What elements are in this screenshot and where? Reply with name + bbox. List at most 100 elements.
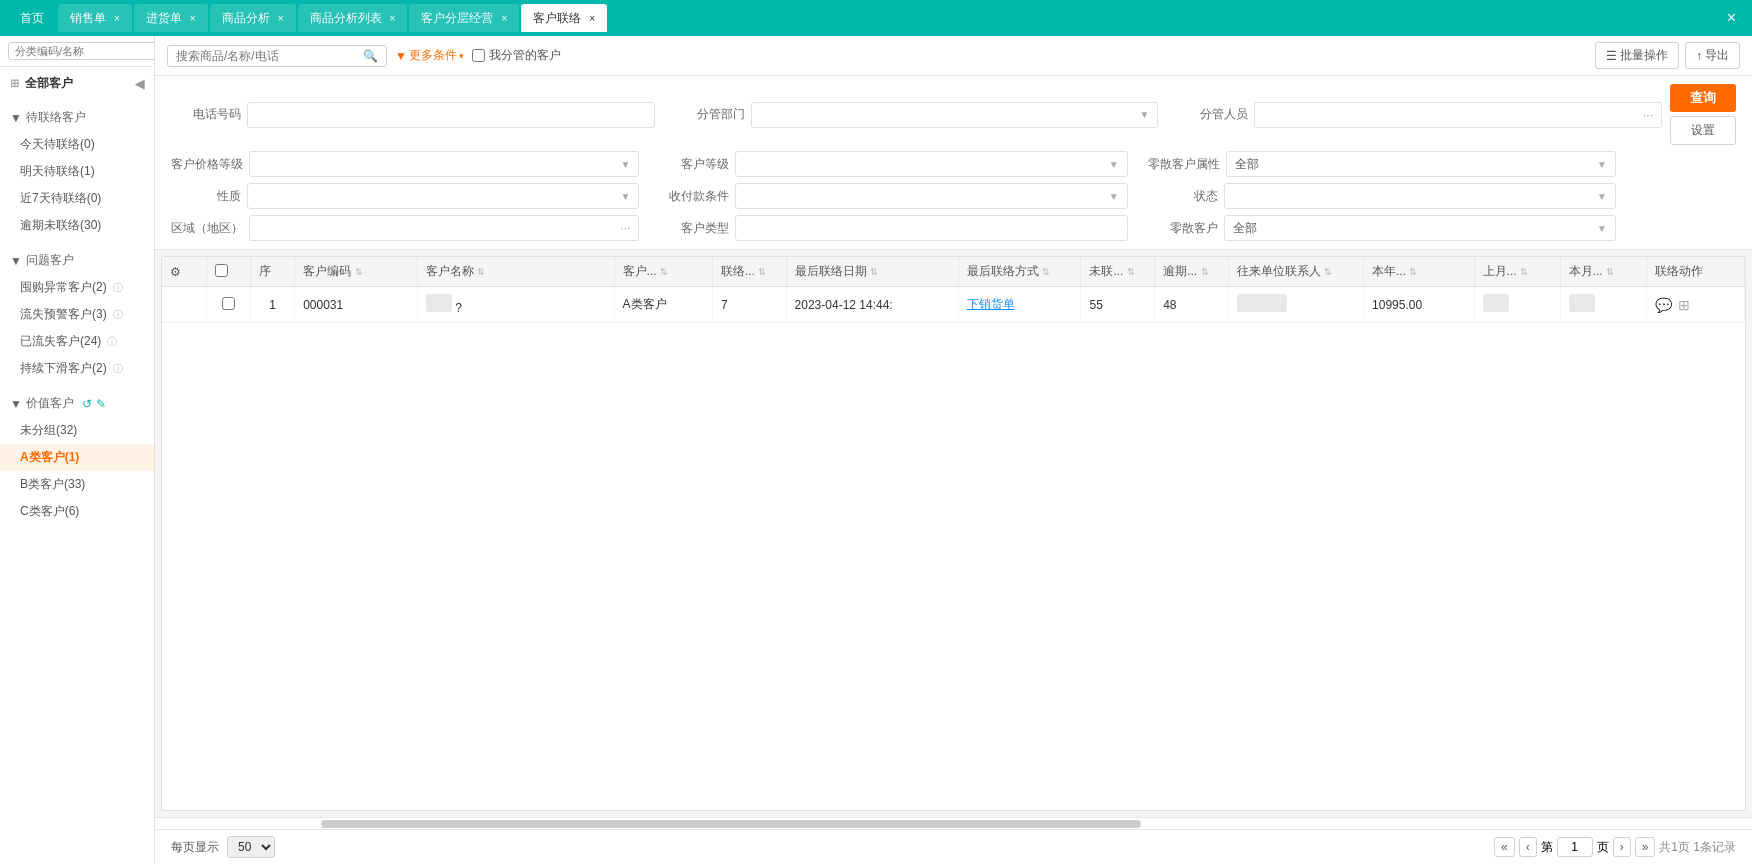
sidebar-item-7days[interactable]: 近7天待联络(0) — [0, 185, 154, 212]
export-btn[interactable]: ↑ 导出 — [1685, 42, 1740, 69]
filter-field-status: 状态 ▼ — [1148, 183, 1616, 209]
tab-analysis-close[interactable]: × — [278, 13, 284, 24]
filter-input-dept[interactable]: ▼ — [751, 102, 1159, 128]
sidebar-item-hoard[interactable]: 囤购异常客户(2) ⓘ — [0, 274, 154, 301]
col-code[interactable]: 客户编码 ⇅ — [295, 257, 418, 287]
sidebar-group-problem[interactable]: ▼ 问题客户 — [0, 247, 154, 274]
sidebar-item-churn-warn[interactable]: 流失预警客户(3) ⓘ — [0, 301, 154, 328]
sidebar-item-c-class[interactable]: C类客户(6) — [0, 498, 154, 525]
col-last-method[interactable]: 最后联络方式 ⇅ — [958, 257, 1081, 287]
row-checkbox[interactable] — [222, 297, 235, 310]
col-uncontact[interactable]: 未联... ⇅ — [1081, 257, 1155, 287]
filter-input-nature[interactable]: ▼ — [247, 183, 639, 209]
batch-op-btn[interactable]: ☰ 批量操作 — [1595, 42, 1679, 69]
filter-search-input[interactable] — [176, 49, 359, 63]
tab-customer-contact-close[interactable]: × — [589, 13, 595, 24]
row-unit-contact — [1228, 287, 1363, 323]
tab-analysis-list[interactable]: 商品分析列表 × — [298, 4, 408, 32]
tab-purchase-close[interactable]: × — [190, 13, 196, 24]
col-this-month[interactable]: 本月... ⇅ — [1560, 257, 1646, 287]
col-this-year[interactable]: 本年... ⇅ — [1364, 257, 1475, 287]
filter-input-manager[interactable]: ··· — [1254, 102, 1662, 128]
tab-customer-contact[interactable]: 客户联络 × — [521, 4, 607, 32]
refresh-icon[interactable]: ↺ — [82, 397, 92, 411]
tab-sales-close[interactable]: × — [114, 13, 120, 24]
tab-customer-mgmt[interactable]: 客户分层经营 × — [409, 4, 519, 32]
filter-label-retail-attr: 零散客户属性 — [1148, 156, 1220, 173]
prev-page-btn[interactable]: ‹ — [1519, 837, 1537, 857]
close-all-tabs[interactable]: × — [1719, 9, 1744, 27]
tab-sales[interactable]: 销售单 × — [58, 4, 132, 32]
row-check[interactable] — [206, 287, 250, 323]
filter-input-retail-attr[interactable]: 全部 ▼ — [1226, 151, 1616, 177]
horizontal-scrollbar[interactable] — [321, 820, 1141, 828]
sidebar-group-value[interactable]: ▼ 价值客户 ↺ ✎ — [0, 390, 154, 417]
settings-btn[interactable]: 设置 — [1670, 116, 1736, 145]
filter-field-manager: 分管人员 ··· — [1178, 102, 1662, 128]
my-customer-checkbox[interactable]: 我分管的客户 — [472, 47, 561, 64]
col-gear[interactable]: ⚙ — [162, 257, 206, 287]
tab-customer-mgmt-close[interactable]: × — [501, 13, 507, 24]
sidebar-item-ungroup[interactable]: 未分组(32) — [0, 417, 154, 444]
sidebar-item-churned[interactable]: 已流失客户(24) ⓘ — [0, 328, 154, 355]
sidebar-collapse-icon[interactable]: ◀ — [135, 77, 144, 91]
row-last-method[interactable]: 下销货单 — [958, 287, 1081, 323]
col-contact-count[interactable]: 联络... ⇅ — [712, 257, 786, 287]
chat-icon[interactable]: 💬 — [1655, 297, 1672, 313]
col-last-date[interactable]: 最后联络日期 ⇅ — [786, 257, 958, 287]
first-page-btn[interactable]: « — [1494, 837, 1515, 857]
row-uncontact: 55 — [1081, 287, 1155, 323]
filter-input-phone[interactable] — [247, 102, 655, 128]
sidebar-item-a-class[interactable]: A类客户(1) — [0, 444, 154, 471]
filter-input-status[interactable]: ▼ — [1224, 183, 1616, 209]
filter-field-payment: 收付款条件 ▼ — [659, 183, 1127, 209]
arrow-down-icon: ▼ — [10, 111, 22, 125]
info-icon-4: ⓘ — [113, 362, 123, 376]
sidebar-item-declining[interactable]: 持续下滑客户(2) ⓘ — [0, 355, 154, 382]
adv-filter-row-2: 客户价格等级 ▼ 客户等级 ▼ 零散客户属性 全部 — [171, 151, 1736, 177]
col-check[interactable] — [206, 257, 250, 287]
filter-input-payment[interactable]: ▼ — [735, 183, 1127, 209]
action-icons: 💬 ⊞ — [1655, 297, 1736, 313]
tab-purchase[interactable]: 进货单 × — [134, 4, 208, 32]
sidebar-item-tomorrow[interactable]: 明天待联络(1) — [0, 158, 154, 185]
my-customer-check[interactable] — [472, 49, 485, 62]
filter-search-icon[interactable]: 🔍 — [363, 49, 378, 63]
edit-icon[interactable]: ✎ — [96, 397, 106, 411]
sidebar-item-today[interactable]: 今天待联络(0) — [0, 131, 154, 158]
tab-purchase-label: 进货单 — [146, 10, 182, 27]
sidebar-header: ⊞ 全部客户 ◀ — [0, 67, 154, 100]
col-unit-contact[interactable]: 往来单位联系人 ⇅ — [1228, 257, 1363, 287]
qr-icon[interactable]: ⊞ — [1678, 297, 1690, 313]
page-num-input[interactable] — [1557, 837, 1593, 857]
sidebar-item-overdue[interactable]: 逾期未联络(30) — [0, 212, 154, 239]
sidebar-item-churn-warn-label: 流失预警客户(3) — [20, 306, 107, 323]
tab-customer-mgmt-label: 客户分层经营 — [421, 10, 493, 27]
sidebar-search-input[interactable] — [8, 42, 155, 60]
tab-analysis[interactable]: 商品分析 × — [210, 4, 296, 32]
filter-input-cust-level[interactable]: ▼ — [735, 151, 1127, 177]
filter-field-retail: 零散客户 全部 ▼ — [1148, 215, 1616, 241]
col-cust-type[interactable]: 客户... ⇅ — [614, 257, 712, 287]
more-conditions-btn[interactable]: ▼ 更多条件 ▾ — [395, 47, 464, 64]
more-conditions-label: 更多条件 — [409, 47, 457, 64]
tab-home[interactable]: 首页 — [8, 4, 56, 32]
last-page-btn[interactable]: » — [1635, 837, 1656, 857]
search-btn[interactable]: 查询 — [1670, 84, 1736, 112]
filter-input-retail-attr-value: 全部 — [1235, 156, 1259, 173]
filter-input-price-level[interactable]: ▼ — [249, 151, 639, 177]
sidebar-group-pending[interactable]: ▼ 待联络客户 — [0, 104, 154, 131]
tab-analysis-list-close[interactable]: × — [390, 13, 396, 24]
select-all-checkbox[interactable] — [215, 264, 228, 277]
sidebar-item-churned-label: 已流失客户(24) — [20, 333, 101, 350]
filter-input-cust-type[interactable] — [735, 215, 1127, 241]
row-last-method-link[interactable]: 下销货单 — [967, 297, 1015, 311]
page-size-select[interactable]: 50 — [227, 836, 275, 858]
next-page-btn[interactable]: › — [1613, 837, 1631, 857]
sidebar-item-b-class[interactable]: B类客户(33) — [0, 471, 154, 498]
filter-input-retail[interactable]: 全部 ▼ — [1224, 215, 1616, 241]
filter-input-region[interactable]: ··· — [249, 215, 639, 241]
col-overdue[interactable]: 逾期... ⇅ — [1155, 257, 1229, 287]
col-name[interactable]: 客户名称 ⇅ — [418, 257, 615, 287]
col-last-month[interactable]: 上月... ⇅ — [1474, 257, 1560, 287]
